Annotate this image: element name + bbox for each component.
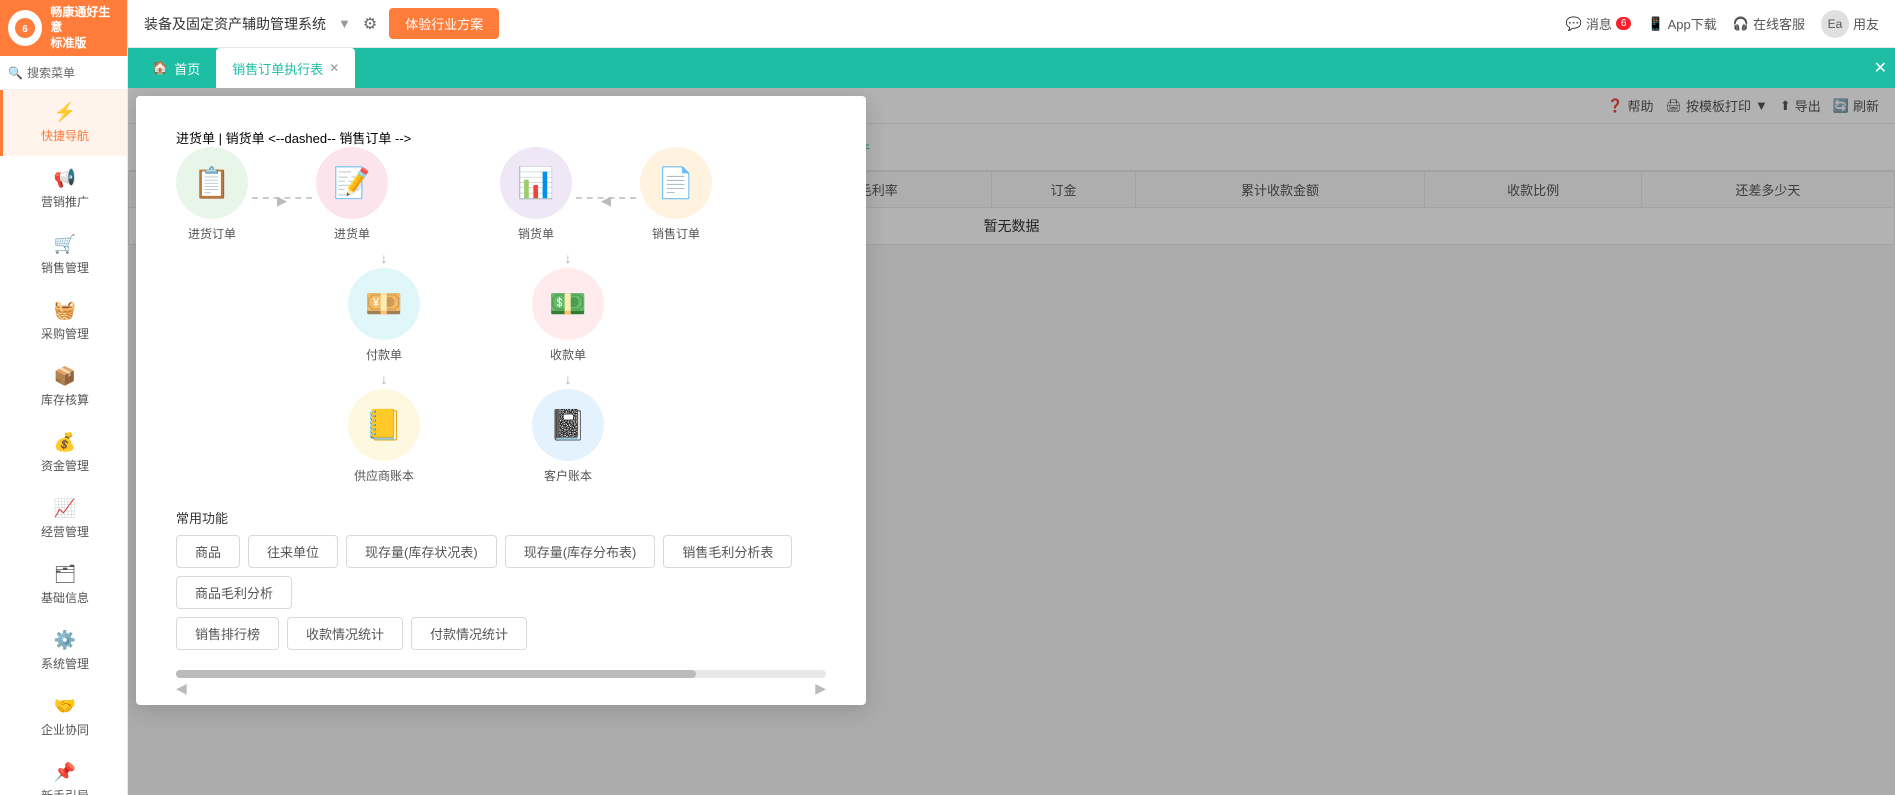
- purchase-bill-circle: 📝: [316, 147, 388, 219]
- customer-account-circle: 📓: [532, 389, 604, 461]
- scrollbar-track[interactable]: [176, 670, 826, 678]
- system-title: 装备及固定资产辅助管理系统: [144, 14, 326, 34]
- common-functions-title: 常用功能: [176, 508, 826, 527]
- flow-section: 进货单 | 销货单 <--dashed-- 销售订单 --> 📋 进货订单: [136, 96, 866, 500]
- system-icon: ⚙️: [54, 630, 76, 651]
- logo-icon: 6: [8, 10, 42, 46]
- sidebar-item-basic-info[interactable]: 🗂 基础信息: [0, 552, 127, 618]
- tabbar: 🏠 首页 销售订单执行表 ✕ ✕: [128, 48, 1895, 88]
- operations-icon: 📈: [54, 498, 76, 519]
- scroll-left-btn[interactable]: ◀: [176, 680, 187, 697]
- down-arrow-payment: ↓: [381, 250, 388, 266]
- flow-node-customer-account[interactable]: 📓 客户账本: [532, 389, 604, 484]
- tab-home[interactable]: 🏠 首页: [136, 48, 216, 88]
- sidebar-item-operations[interactable]: 📈 经营管理: [0, 486, 127, 552]
- sale-bill-circle: 📊: [500, 147, 572, 219]
- btn-product-profit[interactable]: 商品毛利分析: [176, 576, 292, 609]
- scroll-right-btn[interactable]: ▶: [815, 680, 826, 697]
- common-section: 常用功能 商品 往来单位 现存量(库存状况表) 现存量(库存分布表) 销售毛利分…: [136, 500, 866, 666]
- flow-node-sale-bill[interactable]: 📊 销货单: [500, 147, 572, 242]
- logo-text: 畅康通好生意 标准版: [50, 5, 119, 52]
- app-download-icon: 📱: [1647, 16, 1663, 32]
- common-btns-row1: 商品 往来单位 现存量(库存状况表) 现存量(库存分布表) 销售毛利分析表 商品…: [176, 535, 826, 609]
- quick-nav-icon: ⚡: [54, 102, 76, 123]
- arrow-right-icon: ▶: [277, 193, 287, 209]
- home-icon: 🏠: [152, 60, 168, 76]
- app-download-btn[interactable]: 📱 App下载: [1647, 14, 1716, 33]
- receipt-circle: 💵: [532, 268, 604, 340]
- modal-scrollbar: ◀ ▶: [136, 666, 866, 705]
- user-avatar: Ea: [1821, 10, 1849, 38]
- trial-btn[interactable]: 体验行业方案: [389, 8, 499, 39]
- sale-order-circle: 📄: [640, 147, 712, 219]
- flow-node-payment[interactable]: 💴 付款单: [348, 268, 420, 363]
- newbie-icon: 📌: [54, 762, 76, 783]
- common-btns-row2: 销售排行榜 收款情况统计 付款情况统计: [176, 617, 826, 650]
- supplier-account-circle: 📒: [348, 389, 420, 461]
- search-icon: 🔍: [8, 66, 23, 80]
- tab-sales-exec[interactable]: 销售订单执行表 ✕: [216, 48, 355, 88]
- btn-receipt-stat[interactable]: 收款情况统计: [287, 617, 403, 650]
- message-icon: 💬: [1566, 16, 1582, 32]
- sidebar-item-marketing[interactable]: 📢 营销推广: [0, 156, 127, 222]
- main-content: 装备及固定资产辅助管理系统 ▼ ⚙ 体验行业方案 💬 消息 6 📱 App下载 …: [128, 0, 1895, 795]
- marketing-icon: 📢: [54, 168, 76, 189]
- page-body: ❓ 帮助 🖨 按模板打印 ▼ ⬆ 导出 🔄 刷新: [128, 88, 1895, 795]
- down-arrow-supplier: ↓: [381, 371, 388, 387]
- sidebar-item-finance[interactable]: 💰 资金管理: [0, 420, 127, 486]
- scrollbar-thumb[interactable]: [176, 670, 696, 678]
- btn-stock-status[interactable]: 现存量(库存状况表): [346, 535, 497, 568]
- btn-sales-profit[interactable]: 销售毛利分析表: [663, 535, 792, 568]
- btn-product[interactable]: 商品: [176, 535, 240, 568]
- sidebar-item-sales[interactable]: 🛒 销售管理: [0, 222, 127, 288]
- modal-overlay: 进货单 | 销货单 <--dashed-- 销售订单 --> 📋 进货订单: [128, 88, 1895, 795]
- sidebar-item-inventory[interactable]: 📦 库存核算: [0, 354, 127, 420]
- message-btn[interactable]: 💬 消息 6: [1566, 14, 1632, 33]
- flow-node-sale-order[interactable]: 📄 销售订单: [640, 147, 712, 242]
- btn-payment-stat[interactable]: 付款情况统计: [411, 617, 527, 650]
- svg-text:6: 6: [22, 24, 28, 35]
- btn-sales-rank[interactable]: 销售排行榜: [176, 617, 279, 650]
- topbar-right: 💬 消息 6 📱 App下载 🎧 在线客服 Ea 用友: [1566, 10, 1879, 38]
- tabbar-close-all-btn[interactable]: ✕: [1874, 58, 1887, 78]
- topbar-dropdown-icon[interactable]: ▼: [338, 16, 351, 31]
- topbar: 装备及固定资产辅助管理系统 ▼ ⚙ 体验行业方案 💬 消息 6 📱 App下载 …: [128, 0, 1895, 48]
- finance-icon: 💰: [54, 432, 76, 453]
- topbar-gear-icon[interactable]: ⚙: [363, 14, 377, 34]
- down-arrow-receipt: ↓: [565, 250, 572, 266]
- payment-circle: 💴: [348, 268, 420, 340]
- online-service-icon: 🎧: [1733, 16, 1749, 32]
- sidebar-item-purchase[interactable]: 🧺 采购管理: [0, 288, 127, 354]
- tab-close-icon[interactable]: ✕: [329, 61, 339, 75]
- sidebar-item-quick-nav[interactable]: ⚡ 快捷导航: [0, 90, 127, 156]
- sidebar-nav: ⚡ 快捷导航 📢 营销推广 🛒 销售管理 🧺 采购管理 📦 库存核算 💰: [0, 90, 127, 795]
- purchase-icon: 🧺: [54, 300, 76, 321]
- flow-node-supplier-account[interactable]: 📒 供应商账本: [348, 389, 420, 484]
- btn-stock-dist[interactable]: 现存量(库存分布表): [505, 535, 656, 568]
- online-service-btn[interactable]: 🎧 在线客服: [1733, 14, 1805, 33]
- flow-node-receipt[interactable]: 💵 收款单: [532, 268, 604, 363]
- flow-node-purchase-order[interactable]: 📋 进货订单: [176, 147, 248, 242]
- sidebar-search[interactable]: 🔍 搜索菜单: [0, 56, 127, 90]
- sidebar-item-collab[interactable]: 🤝 企业协同: [0, 684, 127, 750]
- inventory-icon: 📦: [54, 366, 76, 387]
- btn-partner[interactable]: 往来单位: [248, 535, 338, 568]
- sidebar-logo: 6 畅康通好生意 标准版: [0, 0, 127, 56]
- sidebar: 6 畅康通好生意 标准版 🔍 搜索菜单 ⚡ 快捷导航 📢 营销推广 🛒: [0, 0, 128, 795]
- down-arrow-customer: ↓: [565, 371, 572, 387]
- message-badge: 6: [1616, 17, 1632, 30]
- sales-icon: 🛒: [54, 234, 76, 255]
- collab-icon: 🤝: [54, 696, 76, 717]
- arrow-left-icon: ▶: [601, 193, 611, 209]
- modal-dialog: 进货单 | 销货单 <--dashed-- 销售订单 --> 📋 进货订单: [136, 96, 866, 705]
- sidebar-item-newbie[interactable]: 📌 新手引导: [0, 750, 127, 795]
- flow-node-purchase-bill[interactable]: 📝 进货单: [316, 147, 388, 242]
- basic-info-icon: 🗂: [54, 564, 77, 585]
- purchase-order-circle: 📋: [176, 147, 248, 219]
- sidebar-item-system[interactable]: ⚙️ 系统管理: [0, 618, 127, 684]
- user-menu[interactable]: Ea 用友: [1821, 10, 1879, 38]
